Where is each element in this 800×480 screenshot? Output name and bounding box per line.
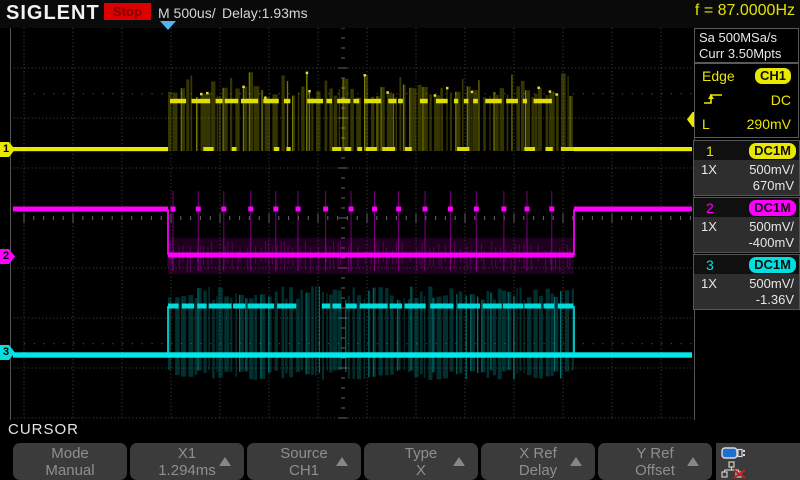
up-arrow-icon [453, 457, 465, 466]
trigger-level-value: 290mV [746, 116, 791, 132]
trigger-info-box[interactable]: Edge CH1 DC L 290mV [694, 63, 799, 138]
trigger-delay-readout[interactable]: Delay:1.93ms [222, 5, 308, 21]
channel2-number: 2 [706, 199, 714, 216]
acquisition-info-box: Sa 500MSa/s Curr 3.50Mpts [694, 28, 799, 63]
softkey-label: Mode [51, 445, 89, 462]
oscilloscope-screen: SIGLENT Stop M 500us/ Delay:1.93ms f = 8… [0, 0, 800, 480]
timebase-readout[interactable]: M 500us/ [158, 5, 216, 21]
channel2-offset: -400mV [748, 235, 794, 250]
sample-rate: Sa 500MSa/s [699, 30, 778, 45]
channel2-probe: 1X [701, 219, 717, 234]
usb-icon [721, 447, 745, 459]
softkey-value: Manual [45, 462, 95, 479]
softkey-yref[interactable]: Y Ref Offset [598, 443, 712, 480]
channel2-coupling-badge: DC1M [749, 199, 796, 216]
softkey-type[interactable]: Type X [364, 443, 478, 480]
channel1-offset: 670mV [752, 178, 794, 193]
brand-logo: SIGLENT [6, 2, 100, 24]
menu-title: CURSOR [8, 421, 80, 438]
rising-edge-icon [702, 90, 724, 110]
trigger-level-label: L [702, 116, 710, 132]
trigger-source-badge: CH1 [754, 68, 791, 84]
up-arrow-icon [570, 457, 582, 466]
up-arrow-icon [219, 457, 231, 466]
channel3-scale: 500mV/ [749, 276, 794, 291]
softkey-source[interactable]: Source CH1 [247, 443, 361, 480]
softkey-xref[interactable]: X Ref Delay [481, 443, 595, 480]
channel1-coupling-badge: DC1M [749, 142, 796, 159]
status-icon-panel [716, 443, 800, 480]
channel1-probe: 1X [701, 162, 717, 177]
trigger-coupling: DC [770, 92, 791, 108]
channel1-scale: 500mV/ [749, 162, 794, 177]
lan-disconnected-icon [721, 461, 746, 479]
channel2-scale: 500mV/ [749, 219, 794, 234]
channel3-offset: -1.36V [755, 292, 794, 307]
channel3-info-box[interactable]: 3 DC1M 1X 500mV/ -1.36V [693, 254, 800, 310]
up-arrow-icon [687, 457, 699, 466]
memory-depth: Curr 3.50Mpts [699, 46, 782, 61]
channel3-probe: 1X [701, 276, 717, 291]
up-arrow-icon [336, 457, 348, 466]
channel3-coupling-badge: DC1M [749, 256, 796, 273]
soft-menu-bar: CURSOR Mode Manual X1 1.294ms Source CH1… [0, 420, 800, 480]
trigger-mode-label: Edge [702, 68, 735, 84]
channel3-number: 3 [706, 256, 714, 273]
channel1-number: 1 [706, 142, 714, 159]
trigger-position-marker[interactable] [160, 21, 176, 30]
softkey-mode[interactable]: Mode Manual [13, 443, 127, 480]
top-bar: SIGLENT Stop M 500us/ Delay:1.93ms f = 8… [0, 0, 800, 28]
channel1-info-box[interactable]: 1 DC1M 1X 500mV/ 670mV [693, 140, 800, 196]
frequency-counter: f = 87.0000Hz [694, 2, 795, 19]
channel2-info-box[interactable]: 2 DC1M 1X 500mV/ -400mV [693, 197, 800, 253]
softkey-x1[interactable]: X1 1.294ms [130, 443, 244, 480]
waveform-display [10, 28, 695, 420]
run-state-badge[interactable]: Stop [104, 3, 151, 20]
